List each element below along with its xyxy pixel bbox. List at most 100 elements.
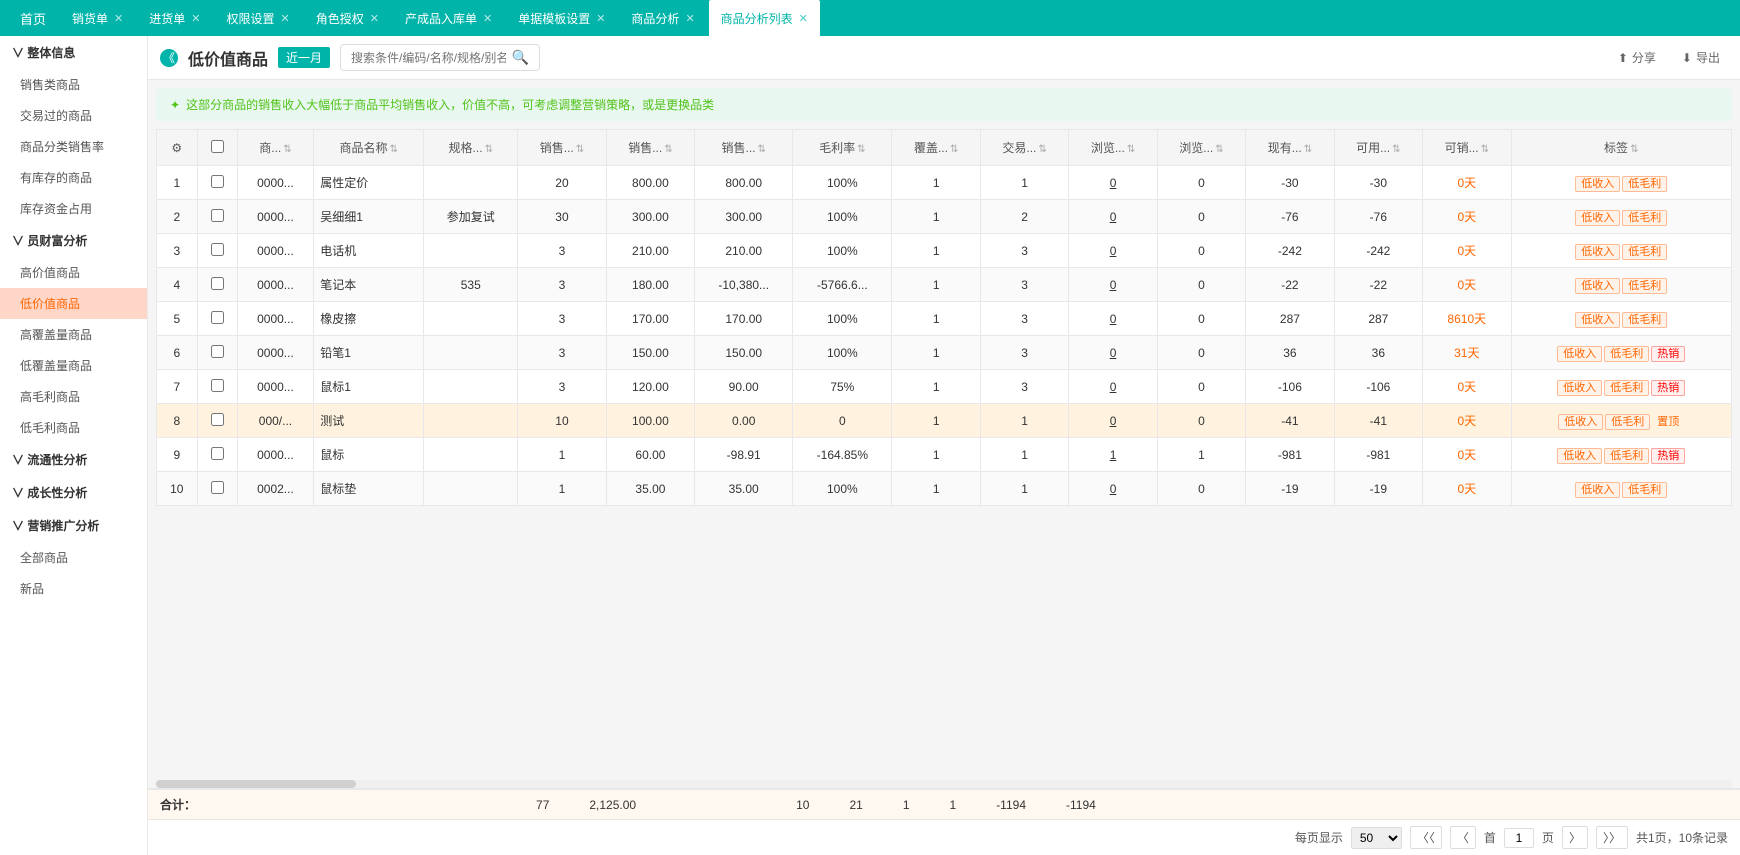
row-checkbox[interactable]	[211, 413, 224, 426]
cell-checkbox[interactable]	[197, 200, 237, 234]
search-box[interactable]: 🔍	[340, 44, 540, 71]
col-checkbox[interactable]	[197, 130, 237, 166]
sidebar-item-high-margin[interactable]: 高毛利商品	[0, 381, 147, 412]
cell-views1[interactable]: 0	[1069, 336, 1157, 370]
table-row[interactable]: 7 0000... 鼠标1 3 120.00 90.00 75% 1 3 0 0…	[157, 370, 1732, 404]
scrollbar-thumb[interactable]	[156, 780, 356, 788]
row-checkbox[interactable]	[211, 243, 224, 256]
cell-views1[interactable]: 0	[1069, 472, 1157, 506]
first-page-button[interactable]: 〈〈	[1410, 826, 1442, 849]
cell-views1[interactable]: 0	[1069, 268, 1157, 302]
col-views1[interactable]: 浏览...⇅	[1069, 130, 1157, 166]
cell-views1[interactable]: 0	[1069, 200, 1157, 234]
cell-views1[interactable]: 0	[1069, 302, 1157, 336]
table-row[interactable]: 5 0000... 橡皮擦 3 170.00 170.00 100% 1 3 0…	[157, 302, 1732, 336]
row-checkbox[interactable]	[211, 175, 224, 188]
search-input[interactable]	[351, 51, 506, 65]
cell-checkbox[interactable]	[197, 438, 237, 472]
cell-views1[interactable]: 0	[1069, 234, 1157, 268]
sidebar-item-low-value[interactable]: 低价值商品	[0, 288, 147, 319]
col-coverage[interactable]: 覆盖...⇅	[892, 130, 980, 166]
table-row[interactable]: 1 0000... 属性定价 20 800.00 800.00 100% 1 1…	[157, 166, 1732, 200]
page-input[interactable]	[1504, 828, 1534, 848]
table-row[interactable]: 2 0000... 吴细细1 参加复试 30 300.00 300.00 100…	[157, 200, 1732, 234]
cell-views1[interactable]: 1	[1069, 438, 1157, 472]
sidebar-item-all-products[interactable]: 全部商品	[0, 542, 147, 573]
sidebar-item-sales-products[interactable]: 销售类商品	[0, 69, 147, 100]
search-icon[interactable]: 🔍	[512, 49, 529, 66]
sidebar-item-low-margin[interactable]: 低毛利商品	[0, 412, 147, 443]
close-icon[interactable]: ✕	[114, 12, 123, 25]
sidebar-group-employee-finance[interactable]: ∨ 员财富分析	[0, 224, 147, 257]
row-checkbox[interactable]	[211, 447, 224, 460]
export-button[interactable]: ⬇ 导出	[1674, 45, 1728, 70]
close-icon[interactable]: ✕	[799, 12, 808, 25]
nav-role-auth[interactable]: 角色授权 ✕	[304, 0, 391, 36]
row-checkbox[interactable]	[211, 345, 224, 358]
cell-views1[interactable]: 0	[1069, 166, 1157, 200]
col-current[interactable]: 现有...⇅	[1246, 130, 1334, 166]
close-icon[interactable]: ✕	[596, 12, 605, 25]
col-margin[interactable]: 毛利率⇅	[793, 130, 892, 166]
sidebar-group-marketing[interactable]: ∨ 营销推广分析	[0, 509, 147, 542]
next-page-button[interactable]: 〉	[1562, 826, 1588, 849]
cell-checkbox[interactable]	[197, 166, 237, 200]
per-page-select[interactable]: 50 100 200	[1351, 827, 1402, 849]
sidebar-group-overall[interactable]: ∨ 整体信息	[0, 36, 147, 69]
row-checkbox[interactable]	[211, 481, 224, 494]
nav-permissions[interactable]: 权限设置 ✕	[214, 0, 301, 36]
col-tags[interactable]: 标签⇅	[1511, 130, 1732, 166]
nav-product-inbound[interactable]: 产成品入库单 ✕	[393, 0, 504, 36]
cell-checkbox[interactable]	[197, 370, 237, 404]
col-views2[interactable]: 浏览...⇅	[1157, 130, 1245, 166]
period-badge[interactable]: 近一月	[278, 47, 330, 68]
cell-checkbox[interactable]	[197, 472, 237, 506]
cell-checkbox[interactable]	[197, 268, 237, 302]
nav-purchase[interactable]: 进货单 ✕	[137, 0, 212, 36]
table-row[interactable]: 4 0000... 笔记本 535 3 180.00 -10,380... -5…	[157, 268, 1732, 302]
row-checkbox[interactable]	[211, 311, 224, 324]
collapse-sidebar-button[interactable]: 《	[160, 49, 178, 67]
nav-template[interactable]: 单据模板设置 ✕	[506, 0, 617, 36]
sidebar-item-stocked-products[interactable]: 有库存的商品	[0, 162, 147, 193]
col-available[interactable]: 可用...⇅	[1334, 130, 1422, 166]
table-row[interactable]: 8 000/... 测试 10 100.00 0.00 0 1 1 0 0 -4…	[157, 404, 1732, 438]
select-all-checkbox[interactable]	[211, 140, 224, 153]
sidebar-item-inventory-capital[interactable]: 库存资金占用	[0, 193, 147, 224]
sidebar-item-high-coverage[interactable]: 高覆盖量商品	[0, 319, 147, 350]
row-checkbox[interactable]	[211, 277, 224, 290]
sidebar-item-low-coverage[interactable]: 低覆盖量商品	[0, 350, 147, 381]
horizontal-scrollbar[interactable]	[156, 780, 1732, 788]
col-name[interactable]: 商品名称⇅	[314, 130, 424, 166]
cell-views1[interactable]: 0	[1069, 404, 1157, 438]
table-container[interactable]: ⚙ 商...⇅ 商品名称⇅ 规格...⇅ 销售...⇅ 销售...⇅ 销售...…	[148, 129, 1740, 780]
table-row[interactable]: 3 0000... 电话机 3 210.00 210.00 100% 1 3 0…	[157, 234, 1732, 268]
col-amount[interactable]: 销售...⇅	[606, 130, 694, 166]
col-avg-price[interactable]: 销售...⇅	[695, 130, 793, 166]
col-transaction[interactable]: 交易...⇅	[980, 130, 1068, 166]
close-icon[interactable]: ✕	[281, 12, 290, 25]
sidebar-item-new-products[interactable]: 新品	[0, 573, 147, 604]
sidebar-group-liquidity[interactable]: ∨ 流通性分析	[0, 443, 147, 476]
col-code[interactable]: 商...⇅	[237, 130, 314, 166]
table-row[interactable]: 9 0000... 鼠标 1 60.00 -98.91 -164.85% 1 1…	[157, 438, 1732, 472]
nav-product-analysis[interactable]: 商品分析 ✕	[619, 0, 706, 36]
sidebar-group-growth[interactable]: ∨ 成长性分析	[0, 476, 147, 509]
sidebar-item-traded-products[interactable]: 交易过的商品	[0, 100, 147, 131]
col-saleable[interactable]: 可销...⇅	[1423, 130, 1511, 166]
table-row[interactable]: 6 0000... 铅笔1 3 150.00 150.00 100% 1 3 0…	[157, 336, 1732, 370]
prev-page-button[interactable]: 〈	[1450, 826, 1476, 849]
nav-product-analysis-list[interactable]: 商品分析列表 ✕	[709, 0, 820, 36]
col-spec[interactable]: 规格...⇅	[424, 130, 518, 166]
close-icon[interactable]: ✕	[370, 12, 379, 25]
row-checkbox[interactable]	[211, 209, 224, 222]
table-row[interactable]: 10 0002... 鼠标垫 1 35.00 35.00 100% 1 1 0 …	[157, 472, 1732, 506]
cell-views1[interactable]: 0	[1069, 370, 1157, 404]
cell-checkbox[interactable]	[197, 302, 237, 336]
col-settings[interactable]: ⚙	[157, 130, 198, 166]
nav-home[interactable]: 首页	[8, 0, 58, 36]
sidebar-item-category-sales[interactable]: 商品分类销售率	[0, 131, 147, 162]
sidebar-item-high-value[interactable]: 高价值商品	[0, 257, 147, 288]
cell-checkbox[interactable]	[197, 234, 237, 268]
share-button[interactable]: ⬆ 分享	[1610, 45, 1664, 70]
